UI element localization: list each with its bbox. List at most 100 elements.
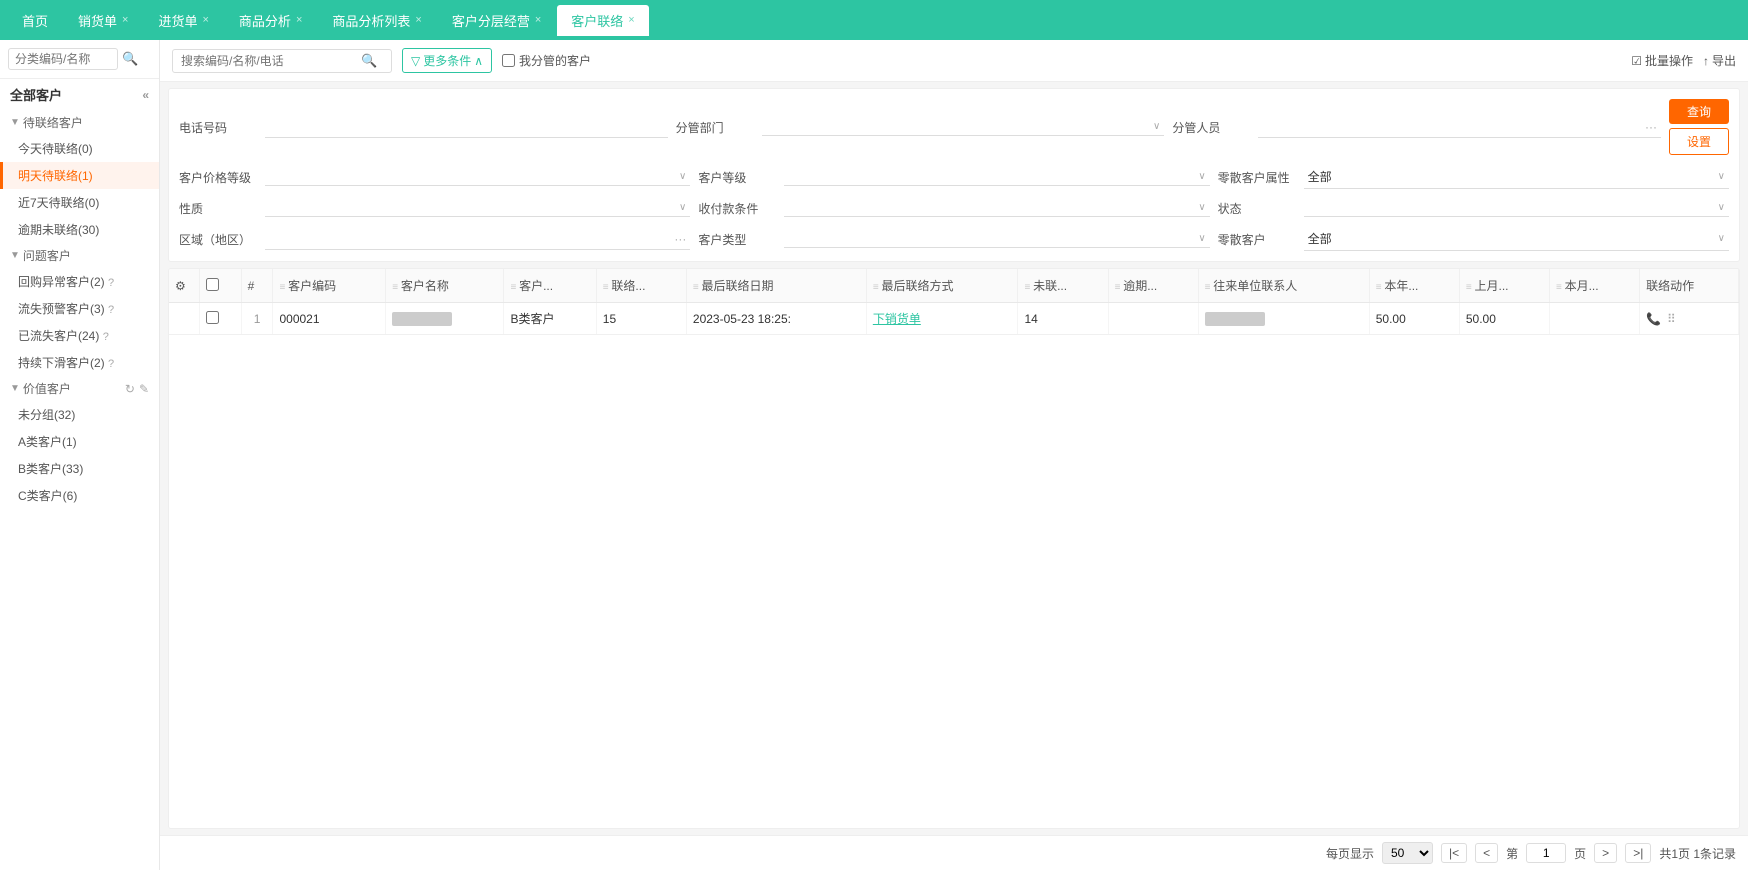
last-page-button[interactable]: >| xyxy=(1625,843,1651,863)
action-phone-icon[interactable]: 📞 xyxy=(1646,312,1661,326)
manager-dots[interactable]: ··· xyxy=(1645,120,1657,134)
payment-chevron-icon: ∨ xyxy=(1198,202,1205,213)
sidebar-group-problem[interactable]: 问题客户 xyxy=(0,243,159,268)
nav-tab-sales[interactable]: 销货单 × xyxy=(64,5,142,36)
sidebar-item-class-b[interactable]: B类客户(33) xyxy=(0,455,159,482)
sidebar-item-declining[interactable]: 持续下滑客户(2) ? xyxy=(0,349,159,376)
close-goods-analysis-tab-icon[interactable]: × xyxy=(296,14,302,26)
sidebar-search-icon[interactable]: 🔍 xyxy=(122,51,138,67)
sidebar-item-class-c[interactable]: C类客户(6) xyxy=(0,482,159,509)
close-customer-seg-tab-icon[interactable]: × xyxy=(535,14,541,26)
sidebar-search-input[interactable] xyxy=(8,48,118,70)
sidebar-item-overdue-contact[interactable]: 逾期未联络(30) xyxy=(0,216,159,243)
td-code: 000021 xyxy=(273,303,386,335)
th-customer-name[interactable]: 客户名称 xyxy=(386,269,504,303)
filter-gender: 性质 ∨ xyxy=(179,199,690,217)
close-purchase-tab-icon[interactable]: × xyxy=(202,14,208,26)
prev-page-button[interactable]: < xyxy=(1475,843,1498,863)
retail-attr-select[interactable]: 全部 ∨ xyxy=(1304,165,1729,189)
sidebar-item-churned[interactable]: 已流失客户(24) ? xyxy=(0,322,159,349)
nav-tab-goods-analysis[interactable]: 商品分析 × xyxy=(225,5,316,36)
dept-select[interactable]: ∨ xyxy=(762,118,1165,136)
sidebar-item-abnormal-repurchase[interactable]: 回购异常客户(2) ? xyxy=(0,268,159,295)
gender-select[interactable]: ∨ xyxy=(265,199,690,217)
nav-tab-customer-segmentation[interactable]: 客户分层经营 × xyxy=(438,5,555,36)
th-customer-code[interactable]: 客户编码 xyxy=(273,269,386,303)
last-contact-method-link[interactable]: 下销货单 xyxy=(873,312,921,326)
td-gear xyxy=(169,303,199,335)
retail-customer-select[interactable]: 全部 ∨ xyxy=(1304,227,1729,251)
sidebar-item-7days-contact[interactable]: 近7天待联络(0) xyxy=(0,189,159,216)
th-gear[interactable]: ⚙ xyxy=(169,269,199,303)
sidebar-all-customers[interactable]: 全部客户 « xyxy=(0,79,159,110)
td-num: 1 xyxy=(241,303,273,335)
th-last-month[interactable]: 上月... xyxy=(1459,269,1549,303)
phone-input[interactable] xyxy=(265,117,668,138)
th-unit-contact[interactable]: 往来单位联系人 xyxy=(1198,269,1369,303)
retail-attr-chevron-icon: ∨ xyxy=(1718,171,1725,182)
batch-operation-button[interactable]: ☑ 批量操作 xyxy=(1631,52,1693,69)
filter-price-level: 客户价格等级 ∨ xyxy=(179,168,690,186)
region-select[interactable]: ··· xyxy=(265,229,690,250)
search-input[interactable] xyxy=(181,54,361,68)
sidebar-item-tomorrow-contact[interactable]: 明天待联络(1) xyxy=(0,162,159,189)
nav-home[interactable]: 首页 xyxy=(8,5,62,36)
per-page-select[interactable]: 50 100 200 xyxy=(1382,842,1433,864)
top-navigation: 首页 销货单 × 进货单 × 商品分析 × 商品分析列表 × 客户分层经营 × … xyxy=(0,0,1748,40)
my-customer-check-input[interactable] xyxy=(502,54,515,67)
payment-select[interactable]: ∨ xyxy=(784,199,1209,217)
export-button[interactable]: ↑ 导出 xyxy=(1703,52,1736,69)
th-overdue[interactable]: 逾期... xyxy=(1108,269,1198,303)
sidebar-item-unclassified[interactable]: 未分组(32) xyxy=(0,401,159,428)
nav-tab-goods-analysis-list[interactable]: 商品分析列表 × xyxy=(318,5,435,36)
sidebar-item-churn-warning[interactable]: 流失预警客户(3) ? xyxy=(0,295,159,322)
query-button[interactable]: 查询 xyxy=(1669,99,1729,124)
total-records-label: 共1页 1条记录 xyxy=(1659,845,1736,862)
manager-select[interactable]: ··· xyxy=(1258,117,1661,138)
status-chevron-icon: ∨ xyxy=(1718,202,1725,213)
action-icons: 📞 ⠿ xyxy=(1646,312,1732,326)
search-input-wrap: 🔍 xyxy=(172,49,392,73)
th-contact-count[interactable]: 联络... xyxy=(596,269,686,303)
select-all-checkbox[interactable] xyxy=(206,278,219,291)
next-page-button[interactable]: > xyxy=(1594,843,1617,863)
settings-button[interactable]: 设置 xyxy=(1669,128,1729,155)
page-number-input[interactable] xyxy=(1526,843,1566,863)
customer-name-blurred xyxy=(392,312,452,326)
close-customer-contact-tab-icon[interactable]: × xyxy=(628,14,634,26)
region-dots[interactable]: ··· xyxy=(674,232,686,246)
td-last-month: 50.00 xyxy=(1459,303,1549,335)
nav-tab-customer-contact[interactable]: 客户联络 × xyxy=(557,5,648,36)
th-this-month[interactable]: 本月... xyxy=(1549,269,1639,303)
row-checkbox[interactable] xyxy=(206,311,219,324)
value-group-edit-icon[interactable]: ✎ xyxy=(139,382,149,396)
more-filter-button[interactable]: ▽ 更多条件 ∧ xyxy=(402,48,492,73)
sidebar-item-class-a[interactable]: A类客户(1) xyxy=(0,428,159,455)
close-sales-tab-icon[interactable]: × xyxy=(122,14,128,26)
th-no-contact[interactable]: 未联... xyxy=(1018,269,1108,303)
filter-row-2: 客户价格等级 ∨ 客户等级 ∨ 零散客户属性 全部 ∨ xyxy=(179,165,1729,189)
value-group-refresh-icon[interactable]: ↻ xyxy=(125,382,135,396)
search-bar-icon[interactable]: 🔍 xyxy=(361,53,377,69)
table-footer: 每页显示 50 100 200 |< < 第 页 > >| 共1页 1条记录 xyxy=(160,835,1748,870)
first-page-button[interactable]: |< xyxy=(1441,843,1467,863)
customer-type-select[interactable]: ∨ xyxy=(784,230,1209,248)
status-select[interactable]: ∨ xyxy=(1304,199,1729,217)
export-icon: ↑ xyxy=(1703,54,1709,68)
my-customer-checkbox[interactable]: 我分管的客户 xyxy=(502,52,591,69)
sidebar-item-today-contact[interactable]: 今天待联络(0) xyxy=(0,135,159,162)
nav-tab-purchase[interactable]: 进货单 × xyxy=(144,5,222,36)
page-prefix-label: 第 xyxy=(1506,845,1518,862)
close-goods-analysis-list-tab-icon[interactable]: × xyxy=(415,14,421,26)
price-level-select[interactable]: ∨ xyxy=(265,168,690,186)
sidebar-group-pending[interactable]: 待联络客户 xyxy=(0,110,159,135)
customer-level-select[interactable]: ∨ xyxy=(784,168,1209,186)
th-last-contact-date[interactable]: 最后联络日期 xyxy=(686,269,866,303)
th-customer-type[interactable]: 客户... xyxy=(504,269,596,303)
th-last-contact-method[interactable]: 最后联络方式 xyxy=(866,269,1018,303)
filter-retail-customer: 零散客户 全部 ∨ xyxy=(1218,227,1729,251)
th-this-year[interactable]: 本年... xyxy=(1369,269,1459,303)
sidebar-group-value[interactable]: 价值客户 ↻ ✎ xyxy=(0,376,159,401)
td-checkbox xyxy=(199,303,241,335)
action-grid-icon[interactable]: ⠿ xyxy=(1667,312,1676,326)
